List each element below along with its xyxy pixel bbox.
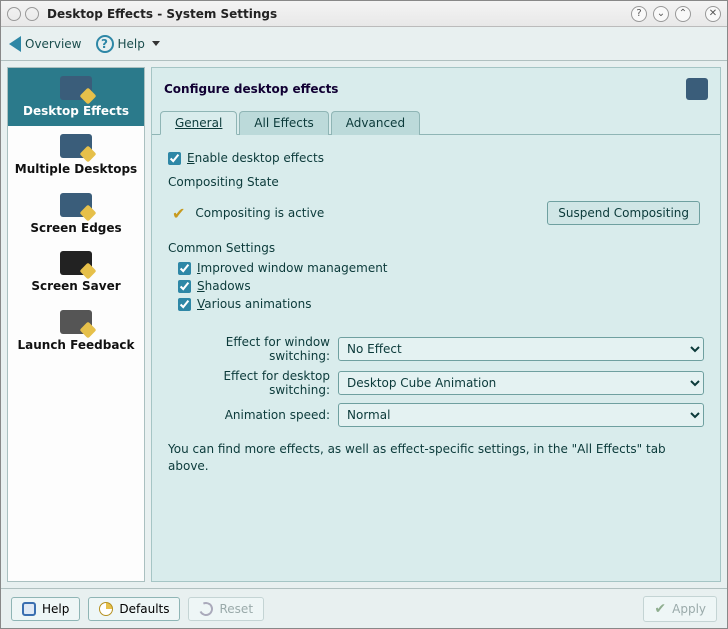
sidebar-item-launch-feedback[interactable]: Launch Feedback	[8, 302, 144, 360]
toolbar: Overview ? Help	[1, 27, 727, 61]
sidebar: Desktop Effects Multiple Desktops Screen…	[7, 67, 145, 582]
window-switch-label: Effect for window switching:	[168, 335, 338, 363]
launch-feedback-icon	[60, 310, 92, 334]
maximize-icon[interactable]: ⌃	[675, 6, 691, 22]
screen-edges-icon	[60, 193, 92, 217]
tab-label: All Effects	[254, 116, 313, 130]
sidebar-item-label: Launch Feedback	[12, 338, 140, 352]
compositing-status-row: ✔ Compositing is active Suspend Composit…	[168, 195, 704, 231]
shadows-checkbox[interactable]	[178, 280, 191, 293]
wrench-icon	[7, 7, 21, 21]
defaults-icon	[99, 602, 113, 616]
main-panel: Configure desktop effects General All Ef…	[151, 67, 721, 582]
window-switch-select[interactable]: No Effect	[338, 337, 704, 361]
help-button[interactable]: HelpHelp	[11, 597, 80, 621]
sidebar-item-screen-edges[interactable]: Screen Edges	[8, 185, 144, 243]
defaults-button[interactable]: DefaultsDefaults	[88, 597, 180, 621]
improved-window-checkbox[interactable]	[178, 262, 191, 275]
tab-general[interactable]: General	[160, 111, 237, 135]
desktop-effects-icon	[60, 76, 92, 100]
sidebar-item-label: Multiple Desktops	[12, 162, 140, 176]
help-button-label: HelpHelp	[42, 602, 69, 616]
apply-check-icon: ✔	[654, 601, 666, 617]
animations-checkbox[interactable]	[178, 298, 191, 311]
screen-saver-icon	[60, 251, 92, 275]
defaults-button-label: DefaultsDefaults	[119, 602, 169, 616]
desktop-switch-select[interactable]: Desktop Cube Animation	[338, 371, 704, 395]
sidebar-item-desktop-effects[interactable]: Desktop Effects	[8, 68, 144, 126]
common-settings-label: Common Settings	[168, 241, 704, 255]
apply-button[interactable]: ✔ ApplyApply	[643, 596, 717, 622]
close-icon[interactable]: ✕	[705, 6, 721, 22]
help-label: Help	[118, 37, 145, 51]
sidebar-item-label: Screen Saver	[12, 279, 140, 293]
settings-window: Desktop Effects - System Settings ? ⌄ ⌃ …	[0, 0, 728, 629]
panel-icon	[686, 78, 708, 100]
apply-button-label: ApplyApply	[672, 602, 706, 616]
window-title: Desktop Effects - System Settings	[47, 7, 631, 21]
panel-header: Configure desktop effects	[152, 68, 720, 110]
shadows-label: SShadowshadows	[197, 279, 251, 293]
sidebar-item-label: Desktop Effects	[12, 104, 140, 118]
suspend-compositing-button[interactable]: Suspend Compositing	[547, 201, 700, 225]
titlebar[interactable]: Desktop Effects - System Settings ? ⌄ ⌃ …	[1, 1, 727, 27]
sidebar-item-screen-saver[interactable]: Screen Saver	[8, 243, 144, 301]
footer: HelpHelp DefaultsDefaults ResetReset ✔ A…	[1, 588, 727, 628]
reset-button-label: ResetReset	[219, 602, 253, 616]
improved-window-label: IImproved window managementmproved windo…	[197, 261, 388, 275]
hint-text: You can find more effects, as well as ef…	[168, 441, 704, 475]
minimize-icon[interactable]: ⌄	[653, 6, 669, 22]
animation-speed-select[interactable]: Normal	[338, 403, 704, 427]
tab-all-effects[interactable]: All Effects	[239, 111, 328, 135]
tab-advanced[interactable]: Advanced	[331, 111, 420, 135]
check-icon: ✔	[172, 204, 185, 223]
tab-body-general: EEnable desktop effectsnable desktop eff…	[152, 135, 720, 581]
desktop-switch-label: Effect for desktop switching:	[168, 369, 338, 397]
tab-label: Advanced	[346, 116, 405, 130]
help-icon: ?	[96, 35, 114, 53]
content-area: Desktop Effects Multiple Desktops Screen…	[1, 61, 727, 588]
reset-icon	[198, 600, 216, 618]
enable-effects-label: EEnable desktop effectsnable desktop eff…	[187, 151, 324, 165]
overview-label: Overview	[25, 37, 82, 51]
app-icon	[25, 7, 39, 21]
panel-title: Configure desktop effects	[164, 82, 686, 96]
compositing-status-text: Compositing is active	[195, 206, 537, 220]
back-arrow-icon	[9, 36, 21, 52]
animation-speed-label: Animation speed:Animation speed:	[168, 408, 338, 422]
help-book-icon	[22, 602, 36, 616]
tab-bar: General All Effects Advanced	[152, 110, 720, 135]
chevron-down-icon	[152, 41, 160, 46]
sidebar-item-multiple-desktops[interactable]: Multiple Desktops	[8, 126, 144, 184]
reset-button[interactable]: ResetReset	[188, 597, 264, 621]
overview-button[interactable]: Overview	[9, 36, 82, 52]
enable-effects-checkbox[interactable]	[168, 152, 181, 165]
help-titlebar-icon[interactable]: ?	[631, 6, 647, 22]
multiple-desktops-icon	[60, 134, 92, 158]
help-menu-button[interactable]: ? Help	[96, 35, 160, 53]
animations-label: VVarious animationsarious animations	[197, 297, 312, 311]
sidebar-item-label: Screen Edges	[12, 221, 140, 235]
compositing-state-label: Compositing State	[168, 175, 704, 189]
tab-label: General	[175, 116, 222, 130]
